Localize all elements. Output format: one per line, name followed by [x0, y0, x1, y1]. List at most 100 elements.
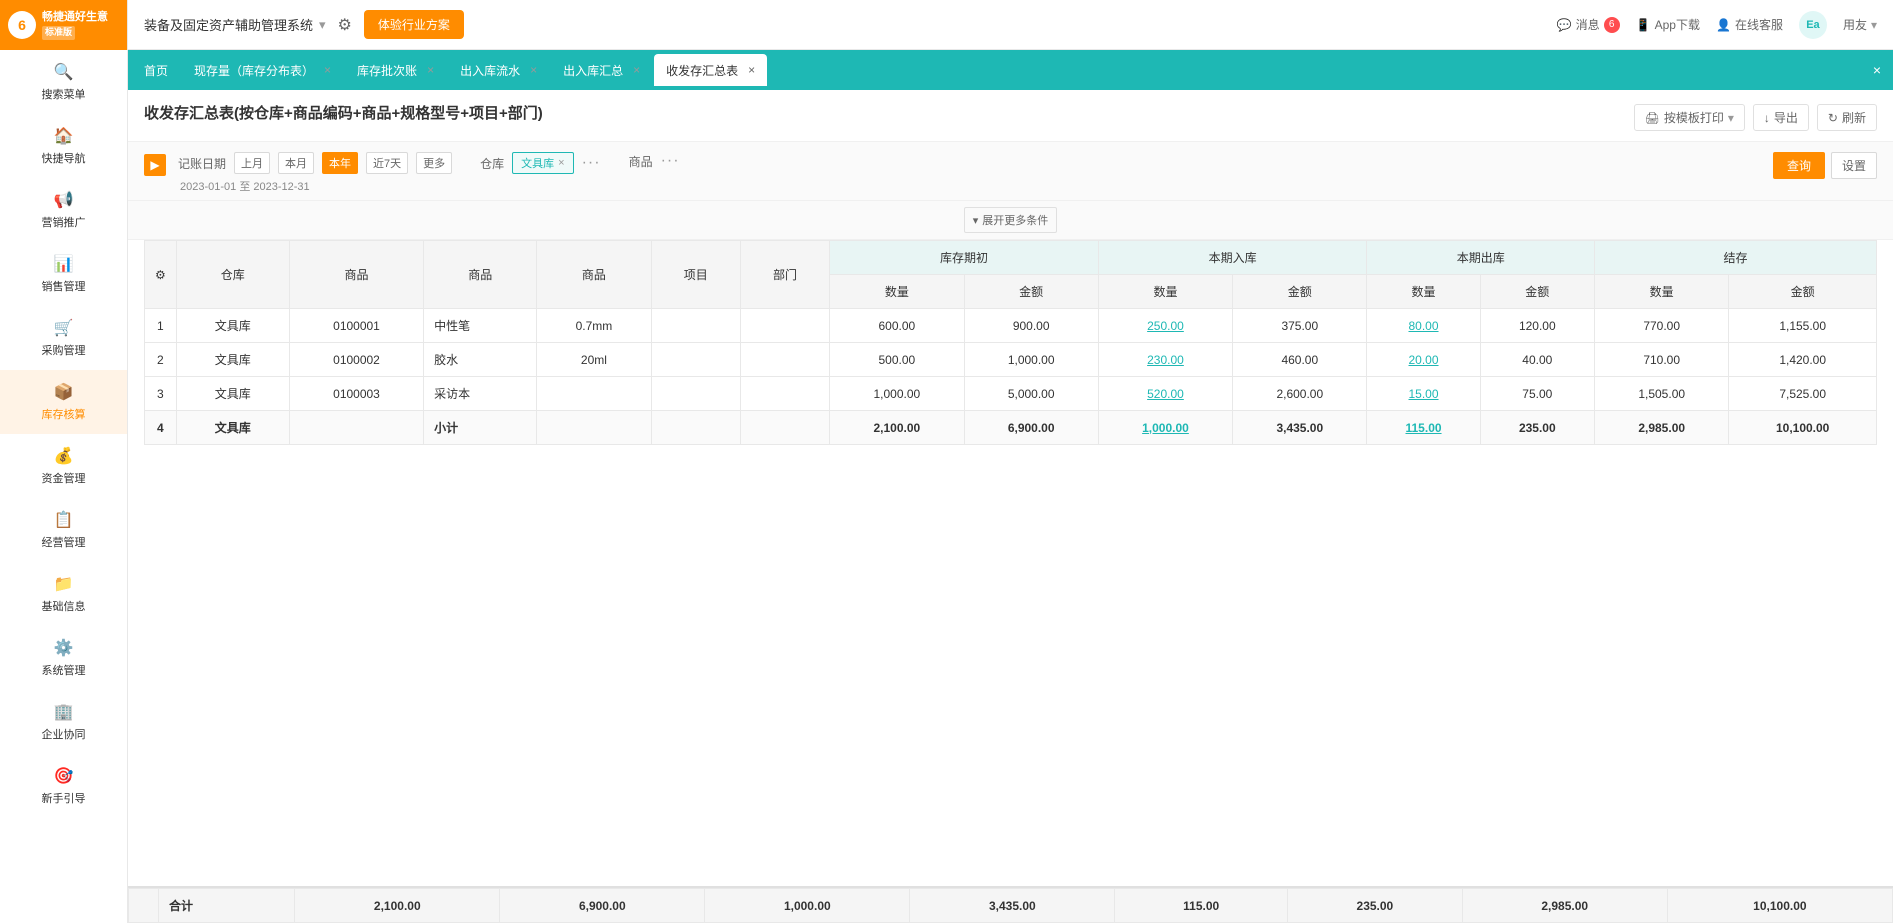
row2-in-qty[interactable]: 230.00 [1098, 343, 1232, 377]
row1-name: 中性笔 [424, 309, 537, 343]
footer-in-amt: 3,435.00 [910, 889, 1115, 923]
col-spec-header: 商品 [537, 241, 651, 309]
sidebar-item-finance[interactable]: 💰 资金管理 [0, 434, 127, 498]
row3-out-qty-link[interactable]: 15.00 [1409, 387, 1439, 401]
tab-in-out-summary[interactable]: 出入库汇总 × [551, 54, 652, 86]
row4-in-qty[interactable]: 1,000.00 [1098, 411, 1232, 445]
row1-in-qty[interactable]: 250.00 [1098, 309, 1232, 343]
sidebar-label-enterprise: 企业协同 [42, 726, 86, 742]
sidebar-item-sales[interactable]: 📊 销售管理 [0, 242, 127, 306]
sidebar-label-operation: 经营管理 [42, 534, 86, 550]
tab-home[interactable]: 首页 [132, 54, 180, 86]
tab-inventory-dist[interactable]: 现存量（库存分布表） × [182, 54, 343, 86]
close-all-tabs[interactable]: × [1865, 58, 1889, 82]
col-out-qty-header: 数量 [1367, 275, 1480, 309]
query-btn[interactable]: 查询 [1773, 152, 1825, 179]
tab-in-out-flow-close[interactable]: × [530, 63, 537, 77]
warehouse-more-btn[interactable]: ··· [582, 154, 601, 172]
tab-inventory-dist-close[interactable]: × [324, 63, 331, 77]
footer-init-qty: 2,100.00 [295, 889, 500, 923]
sidebar-item-enterprise[interactable]: 🏢 企业协同 [0, 690, 127, 754]
setting-btn[interactable]: 设置 [1831, 152, 1877, 179]
online-service-label: 在线客服 [1735, 16, 1783, 33]
user-menu[interactable]: 用友 ▾ [1843, 16, 1877, 33]
tab-batch-ledger-close[interactable]: × [427, 63, 434, 77]
row1-warehouse: 文具库 [176, 309, 289, 343]
gear-icon[interactable]: ⚙ [338, 15, 352, 35]
col-settings-header[interactable]: ⚙ [145, 241, 177, 309]
row1-out-qty[interactable]: 80.00 [1367, 309, 1480, 343]
print-btn[interactable]: 🖨 按模板打印 ▾ [1634, 104, 1745, 131]
refresh-btn[interactable]: ↻ 刷新 [1817, 104, 1877, 131]
row2-code: 0100002 [289, 343, 423, 377]
export-btn-label: 导出 [1774, 109, 1798, 126]
col-out-header: 本期出库 [1367, 241, 1595, 275]
row2-project [651, 343, 740, 377]
date-btn-last-month[interactable]: 上月 [234, 152, 270, 174]
print-dropdown-icon: ▾ [1728, 111, 1734, 125]
sales-icon: 📊 [54, 254, 74, 274]
row4-out-qty[interactable]: 115.00 [1367, 411, 1480, 445]
tab-batch-ledger-label: 库存批次账 [357, 62, 417, 79]
row1-out-qty-link[interactable]: 80.00 [1409, 319, 1439, 333]
expand-more-btn[interactable]: ▾ 展开更多条件 [964, 207, 1058, 233]
app-logo: 6 畅捷通好生意 标准版 [0, 0, 127, 50]
sidebar-item-marketing[interactable]: 📢 营销推广 [0, 178, 127, 242]
row1-seq: 1 [145, 309, 177, 343]
row4-bal-amt: 10,100.00 [1729, 411, 1877, 445]
col-in-header: 本期入库 [1098, 241, 1367, 275]
service-icon: 👤 [1716, 18, 1731, 32]
experience-btn[interactable]: 体验行业方案 [364, 10, 464, 39]
message-btn[interactable]: 💬 消息 6 [1557, 16, 1620, 33]
row3-out-qty[interactable]: 15.00 [1367, 377, 1480, 411]
page-content: 收发存汇总表(按仓库+商品编码+商品+规格型号+项目+部门) 🖨 按模板打印 ▾… [128, 90, 1893, 923]
tab-in-out-flow[interactable]: 出入库流水 × [448, 54, 549, 86]
row4-out-qty-link[interactable]: 115.00 [1406, 421, 1442, 435]
sidebar-item-operation[interactable]: 📋 经营管理 [0, 498, 127, 562]
online-service-btn[interactable]: 👤 在线客服 [1716, 16, 1783, 33]
sidebar-item-system[interactable]: ⚙️ 系统管理 [0, 626, 127, 690]
tab-recv-send-label: 收发存汇总表 [666, 62, 738, 79]
sidebar-menu: 🔍 搜索菜单 🏠 快捷导航 📢 营销推广 📊 销售管理 🛒 采购管理 📦 库存核… [0, 50, 127, 923]
row3-seq: 3 [145, 377, 177, 411]
row2-init-qty: 500.00 [830, 343, 964, 377]
row1-bal-qty: 770.00 [1595, 309, 1729, 343]
sidebar-item-guide[interactable]: 🎯 新手引导 [0, 754, 127, 818]
row2-out-qty-link[interactable]: 20.00 [1409, 353, 1439, 367]
date-btn-more[interactable]: 更多 [416, 152, 452, 174]
warehouse-remove-btn[interactable]: × [558, 157, 564, 169]
sidebar-item-basic[interactable]: 📁 基础信息 [0, 562, 127, 626]
tab-batch-ledger[interactable]: 库存批次账 × [345, 54, 446, 86]
user-avatar[interactable]: Ea [1799, 11, 1827, 39]
row3-in-amt: 2,600.00 [1233, 377, 1367, 411]
col-init-amt-header: 金额 [964, 275, 1098, 309]
col-bal-amt-header: 金额 [1729, 275, 1877, 309]
row3-in-qty-link[interactable]: 520.00 [1147, 387, 1184, 401]
row2-warehouse: 文具库 [176, 343, 289, 377]
sidebar-item-inventory[interactable]: 📦 库存核算 [0, 370, 127, 434]
tab-in-out-summary-close[interactable]: × [633, 63, 640, 77]
export-btn[interactable]: ↓ 导出 [1753, 104, 1809, 131]
date-btn-7days[interactable]: 近7天 [366, 152, 408, 174]
row1-dept [740, 309, 829, 343]
row1-in-qty-link[interactable]: 250.00 [1147, 319, 1184, 333]
app-download-btn[interactable]: 📱 App下载 [1636, 16, 1700, 33]
footer-bal-qty: 2,985.00 [1462, 889, 1667, 923]
warehouse-tag: 文具库 × [512, 152, 573, 174]
filter-arrow[interactable]: ▶ [144, 154, 166, 176]
sidebar-item-quick-nav[interactable]: 🏠 快捷导航 [0, 114, 127, 178]
row2-out-amt: 40.00 [1480, 343, 1594, 377]
row2-out-qty[interactable]: 20.00 [1367, 343, 1480, 377]
goods-more-btn[interactable]: ··· [661, 152, 680, 170]
row4-in-qty-link[interactable]: 1,000.00 [1142, 421, 1189, 435]
message-badge: 6 [1604, 17, 1620, 33]
date-btn-this-month[interactable]: 本月 [278, 152, 314, 174]
tab-recv-send[interactable]: 收发存汇总表 × [654, 54, 767, 86]
sidebar-item-search[interactable]: 🔍 搜索菜单 [0, 50, 127, 114]
row2-in-qty-link[interactable]: 230.00 [1147, 353, 1184, 367]
date-btn-this-year[interactable]: 本年 [322, 152, 358, 174]
sidebar-item-purchase[interactable]: 🛒 采购管理 [0, 306, 127, 370]
row3-in-qty[interactable]: 520.00 [1098, 377, 1232, 411]
tab-recv-send-close[interactable]: × [748, 63, 755, 77]
footer-table: 合计 2,100.00 6,900.00 1,000.00 3,435.00 1… [128, 888, 1893, 923]
